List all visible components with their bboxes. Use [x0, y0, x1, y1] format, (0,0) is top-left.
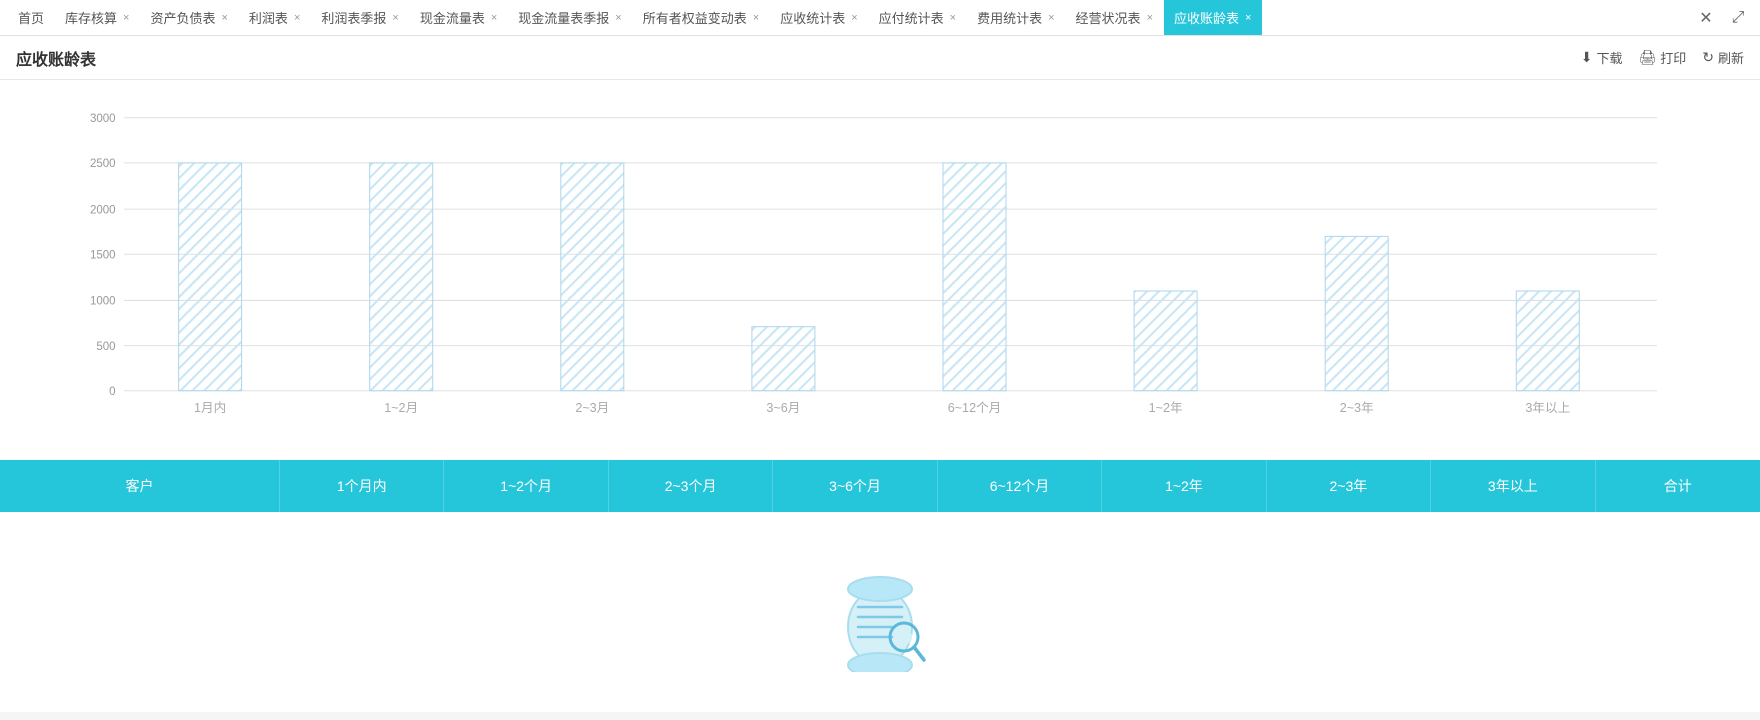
tab-ar-aging[interactable]: 应收账龄表 × — [1164, 0, 1262, 36]
x-label-6-12个月: 6~12个月 — [948, 401, 1002, 415]
y-axis-label-1500: 1500 — [90, 249, 116, 261]
tab-close-icon[interactable]: × — [615, 12, 621, 24]
y-axis-label-2000: 2000 — [90, 204, 116, 216]
download-icon: ⬇ — [1581, 49, 1593, 66]
x-label-3-6月: 3~6月 — [766, 401, 800, 415]
bar-3年以上 — [1516, 291, 1579, 391]
tab-close-icon[interactable]: × — [294, 12, 300, 24]
y-axis-label-2500: 2500 — [90, 158, 116, 170]
tab-close-icon[interactable]: × — [851, 12, 857, 24]
bar-1-2月 — [370, 163, 433, 391]
x-label-1月内: 1月内 — [194, 401, 226, 415]
col-header-total: 合计 — [1596, 460, 1760, 512]
bar-1-2年 — [1134, 291, 1197, 391]
tab-ap-stats[interactable]: 应付统计表 × — [869, 0, 967, 36]
x-label-1-2年: 1~2年 — [1149, 401, 1183, 415]
tab-close-icon[interactable]: × — [1048, 12, 1054, 24]
window-controls: ✕ ⤢ — [1692, 4, 1752, 32]
tab-label: 首页 — [18, 8, 44, 27]
tab-label: 现金流量表 — [420, 8, 485, 27]
x-label-3年以上: 3年以上 — [1525, 401, 1570, 415]
tab-close-icon[interactable]: × — [491, 12, 497, 24]
tab-label: 应收账龄表 — [1174, 8, 1239, 27]
page-title: 应收账龄表 — [16, 46, 96, 70]
tab-close-icon[interactable]: × — [123, 12, 129, 24]
tab-ar-stats[interactable]: 应收统计表 × — [770, 0, 868, 36]
col-header-1-2y: 1~2年 — [1102, 460, 1266, 512]
tab-label: 现金流量表季报 — [518, 8, 609, 27]
tab-label: 利润表 — [249, 8, 288, 27]
refresh-label: 刷新 — [1718, 48, 1744, 67]
print-button[interactable]: 🖨 打印 — [1638, 48, 1686, 67]
tab-operation[interactable]: 经营状况表 × — [1066, 0, 1164, 36]
tab-expense-stats[interactable]: 费用统计表 × — [967, 0, 1065, 36]
tab-label: 资产负债表 — [150, 8, 215, 27]
bar-2-3月 — [561, 163, 624, 391]
tab-label: 应付统计表 — [879, 8, 944, 27]
bar-chart: 0 500 1000 1500 2000 2500 3000 1月内 1~2月 … — [40, 100, 1720, 440]
maximize-window-button[interactable]: ⤢ — [1724, 4, 1752, 32]
tab-close-icon[interactable]: × — [1245, 12, 1251, 24]
col-header-customer: 客户 — [0, 460, 280, 512]
col-header-1-2m: 1~2个月 — [444, 460, 608, 512]
bar-2-3年 — [1325, 236, 1388, 390]
no-data-icon — [820, 552, 940, 672]
tab-close-icon[interactable]: × — [221, 12, 227, 24]
tab-bar: 首页 库存核算 × 资产负债表 × 利润表 × 利润表季报 × 现金流量表 × … — [0, 0, 1760, 36]
col-header-6-12m: 6~12个月 — [938, 460, 1102, 512]
tab-home[interactable]: 首页 — [8, 0, 55, 36]
col-header-2-3m: 2~3个月 — [609, 460, 773, 512]
download-label: 下载 — [1596, 48, 1622, 67]
tab-label: 所有者权益变动表 — [643, 8, 747, 27]
download-button[interactable]: ⬇ 下载 — [1581, 48, 1623, 67]
y-axis-label-3000: 3000 — [90, 113, 116, 125]
tab-close-icon[interactable]: × — [392, 12, 398, 24]
main-content: 0 500 1000 1500 2000 2500 3000 1月内 1~2月 … — [0, 80, 1760, 712]
header-actions: ⬇ 下载 🖨 打印 ↻ 刷新 — [1581, 48, 1744, 67]
x-label-1-2月: 1~2月 — [384, 401, 418, 415]
print-label: 打印 — [1660, 48, 1686, 67]
tab-profit[interactable]: 利润表 × — [239, 0, 311, 36]
print-icon: 🖨 — [1638, 49, 1656, 66]
tab-close-icon[interactable]: × — [753, 12, 759, 24]
tab-label: 应收统计表 — [780, 8, 845, 27]
tab-label: 经营状况表 — [1076, 8, 1141, 27]
tab-label: 利润表季报 — [321, 8, 386, 27]
tab-cashflow[interactable]: 现金流量表 × — [410, 0, 508, 36]
table-header: 客户 1个月内 1~2个月 2~3个月 3~6个月 6~12个月 1~2年 2~… — [0, 460, 1760, 512]
col-header-2-3y: 2~3年 — [1267, 460, 1431, 512]
bar-3-6月 — [752, 327, 815, 391]
tab-cashflow-quarterly[interactable]: 现金流量表季报 × — [508, 0, 632, 36]
tab-inventory[interactable]: 库存核算 × — [55, 0, 140, 36]
tab-profit-quarterly[interactable]: 利润表季报 × — [311, 0, 409, 36]
empty-state — [0, 512, 1760, 712]
tab-balance-sheet[interactable]: 资产负债表 × — [140, 0, 238, 36]
tab-label: 费用统计表 — [977, 8, 1042, 27]
chart-area: 0 500 1000 1500 2000 2500 3000 1月内 1~2月 … — [0, 80, 1760, 460]
y-axis-label-0: 0 — [109, 386, 115, 398]
refresh-icon: ↻ — [1702, 49, 1714, 66]
refresh-button[interactable]: ↻ 刷新 — [1702, 48, 1744, 67]
col-header-3y-plus: 3年以上 — [1431, 460, 1595, 512]
y-axis-label-1000: 1000 — [90, 296, 116, 308]
y-axis-label-500: 500 — [96, 341, 115, 353]
tab-close-icon[interactable]: × — [1147, 12, 1153, 24]
tab-close-icon[interactable]: × — [950, 12, 956, 24]
close-window-button[interactable]: ✕ — [1692, 4, 1720, 32]
tab-equity[interactable]: 所有者权益变动表 × — [633, 0, 770, 36]
tab-label: 库存核算 — [65, 8, 117, 27]
x-label-2-3年: 2~3年 — [1340, 401, 1374, 415]
bar-6-12个月 — [943, 163, 1006, 391]
page-header: 应收账龄表 ⬇ 下载 🖨 打印 ↻ 刷新 — [0, 36, 1760, 80]
col-header-3-6m: 3~6个月 — [773, 460, 937, 512]
x-label-2-3月: 2~3月 — [575, 401, 609, 415]
col-header-1m: 1个月内 — [280, 460, 444, 512]
bar-1月内 — [179, 163, 242, 391]
